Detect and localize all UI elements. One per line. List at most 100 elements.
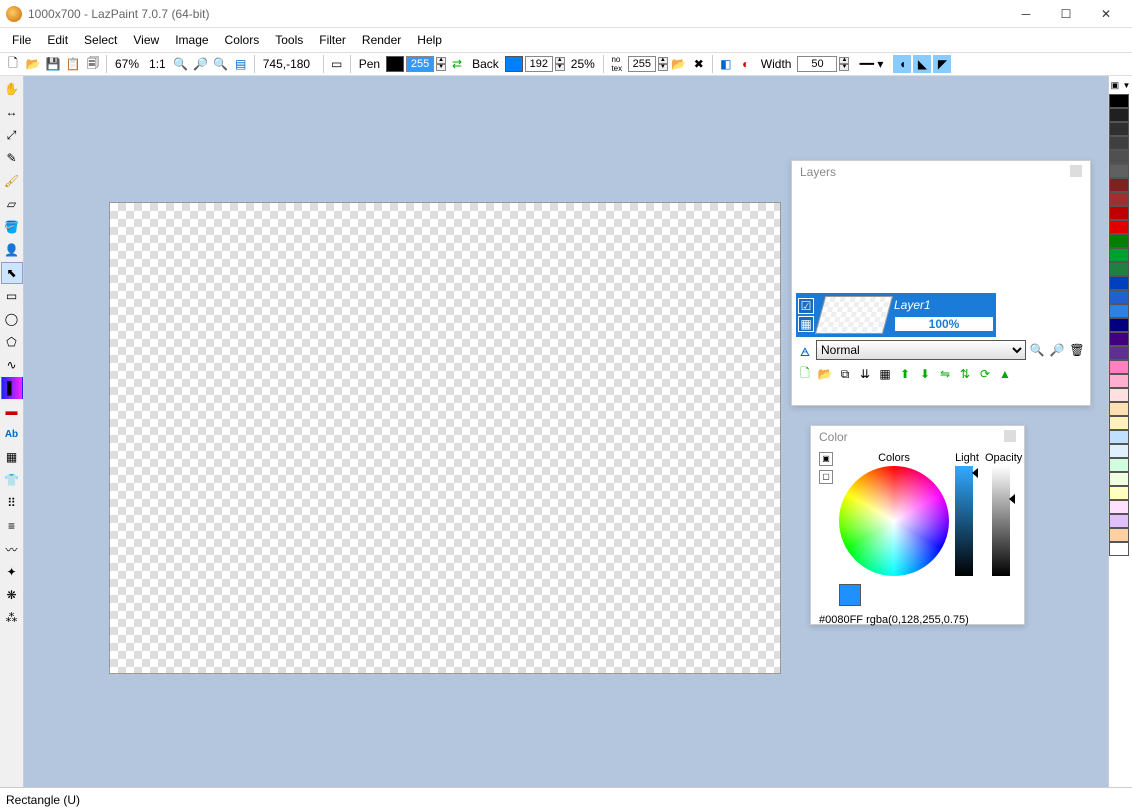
zoom-ratio[interactable]: 1:1 [145,57,170,71]
tool-polygon[interactable]: ⬠ [1,331,23,353]
layer-zoom-in-icon[interactable]: 🔎 [1048,341,1066,359]
zoom-fit-icon[interactable]: 🔍 [212,55,230,73]
back-color-swatch[interactable] [505,56,523,72]
palette-swatch[interactable] [1109,94,1129,108]
palette-swatch[interactable] [1109,430,1129,444]
zoom-in-icon[interactable]: 🔍 [172,55,190,73]
palette-swatch[interactable] [1109,304,1129,318]
palette-swatch[interactable] [1109,472,1129,486]
shape-mode1-icon[interactable]: ◧ [717,55,735,73]
layer-flipv-icon[interactable]: ⇅ [956,365,974,383]
menu-image[interactable]: Image [167,30,216,50]
menu-help[interactable]: Help [409,30,450,50]
texture-alpha-spinner[interactable]: ▲▼ [658,57,668,71]
line-style-icon[interactable]: ━━ ▾ [851,55,891,73]
tool-ellipse-sel[interactable]: ◯ [1,308,23,330]
tool-curve[interactable]: ∿ [1,354,23,376]
palette-swatch[interactable] [1109,444,1129,458]
menu-file[interactable]: File [4,30,39,50]
menu-edit[interactable]: Edit [39,30,76,50]
pen-alpha-input[interactable] [406,56,434,72]
no-texture-icon[interactable]: notex [608,55,626,73]
tool-text[interactable]: Ab [1,423,23,445]
tool-deform[interactable]: ▦ [1,446,23,468]
back-alpha-input[interactable] [525,56,553,72]
layer-zoom-out-icon[interactable]: 🔍 [1028,341,1046,359]
blend-mode-select[interactable]: Normal [816,340,1026,360]
tool-lines[interactable]: ≡ [1,515,23,537]
tool-smudge[interactable]: 〰 [1,538,23,560]
layer-opacity[interactable]: 100% [894,316,994,332]
layer-open-icon[interactable]: 📂 [816,365,834,383]
join-miter-icon[interactable]: ◤ [933,55,951,73]
layer-lock-checkbox[interactable]: ▦ [798,316,814,332]
menu-view[interactable]: View [125,30,167,50]
layer-new-icon[interactable]: 🗋 [796,365,814,383]
tool-eraser[interactable]: ▱ [1,193,23,215]
pen-alpha-spinner[interactable]: ▲▼ [436,57,446,71]
palette-swatch[interactable] [1109,332,1129,346]
palette-swatch[interactable] [1109,486,1129,500]
palette-swatch[interactable] [1109,360,1129,374]
texture-alpha-input[interactable] [628,56,656,72]
tool-fx2[interactable]: ⁂ [1,607,23,629]
palette-swatch[interactable] [1109,500,1129,514]
palette-swatch[interactable] [1109,248,1129,262]
join-round-icon[interactable]: ◖ [893,55,911,73]
palette-swatch[interactable] [1109,108,1129,122]
texture-open-icon[interactable]: 📂 [670,55,688,73]
layer-delete-icon[interactable]: 🗑 [1068,341,1086,359]
menu-filter[interactable]: Filter [311,30,354,50]
zoom-out-icon[interactable]: 🔎 [192,55,210,73]
palette-swatch[interactable] [1109,276,1129,290]
palette-swatch[interactable] [1109,388,1129,402]
palette-swatch[interactable] [1109,206,1129,220]
palette-swatch[interactable] [1109,136,1129,150]
tool-brush[interactable]: 🖌 [1,170,23,192]
tool-picker[interactable]: ⤢ [1,124,23,146]
layer-thumbnail[interactable] [815,296,893,334]
palette-swatch[interactable] [1109,318,1129,332]
menu-tools[interactable]: Tools [267,30,311,50]
palette-swatch[interactable] [1109,542,1129,556]
layer-down-icon[interactable]: ⬇ [916,365,934,383]
pen-color-swatch[interactable] [386,56,404,72]
maximize-button[interactable]: ☐ [1046,2,1086,26]
palette-swatch[interactable] [1109,346,1129,360]
tool-fx1[interactable]: ❋ [1,584,23,606]
panel-grip-icon[interactable] [1070,165,1082,177]
color-wheel[interactable] [839,466,949,576]
palette-swatch[interactable] [1109,150,1129,164]
layer-merge-icon[interactable]: ⇊ [856,365,874,383]
close-button[interactable]: ✕ [1086,2,1126,26]
layer-rotate-icon[interactable]: ⟳ [976,365,994,383]
layer-row[interactable]: ☑ ▦ Layer1 100% [796,293,996,337]
layer-name[interactable]: Layer1 [894,298,994,312]
menu-select[interactable]: Select [76,30,125,50]
opacity-handle-icon[interactable] [1009,494,1015,504]
tool-pointer[interactable]: ⬉ [1,262,23,284]
layer-dup-icon[interactable]: ⧉ [836,365,854,383]
palette-swatch[interactable] [1109,234,1129,248]
tool-effects[interactable]: ✦ [1,561,23,583]
tool-move[interactable]: ↔ [1,101,23,123]
texture-clear-icon[interactable]: ✖ [690,55,708,73]
minimize-button[interactable]: ─ [1006,2,1046,26]
color-add-icon[interactable]: ▣ [819,452,833,466]
light-handle-icon[interactable] [972,468,978,478]
layer-visible-checkbox[interactable]: ☑ [798,298,814,314]
palette-menu-icon[interactable]: ▣ [1111,80,1120,91]
color-remove-icon[interactable]: ▢ [819,470,833,484]
opacity-slider[interactable] [992,466,1010,576]
panel-grip-icon[interactable] [1004,430,1016,442]
palette-dropdown-icon[interactable]: ▼ [1122,81,1130,90]
copy-icon[interactable]: 🗐 [84,55,102,73]
layer-fx-icon[interactable]: ▲ [996,365,1014,383]
layer-raster-icon[interactable]: ▦ [876,365,894,383]
palette-swatch[interactable] [1109,164,1129,178]
tool-clone[interactable]: 👤 [1,239,23,261]
palette-swatch[interactable] [1109,528,1129,542]
layer-fliph-icon[interactable]: ⇋ [936,365,954,383]
tool-spray[interactable]: ⠿ [1,492,23,514]
palette-swatch[interactable] [1109,192,1129,206]
